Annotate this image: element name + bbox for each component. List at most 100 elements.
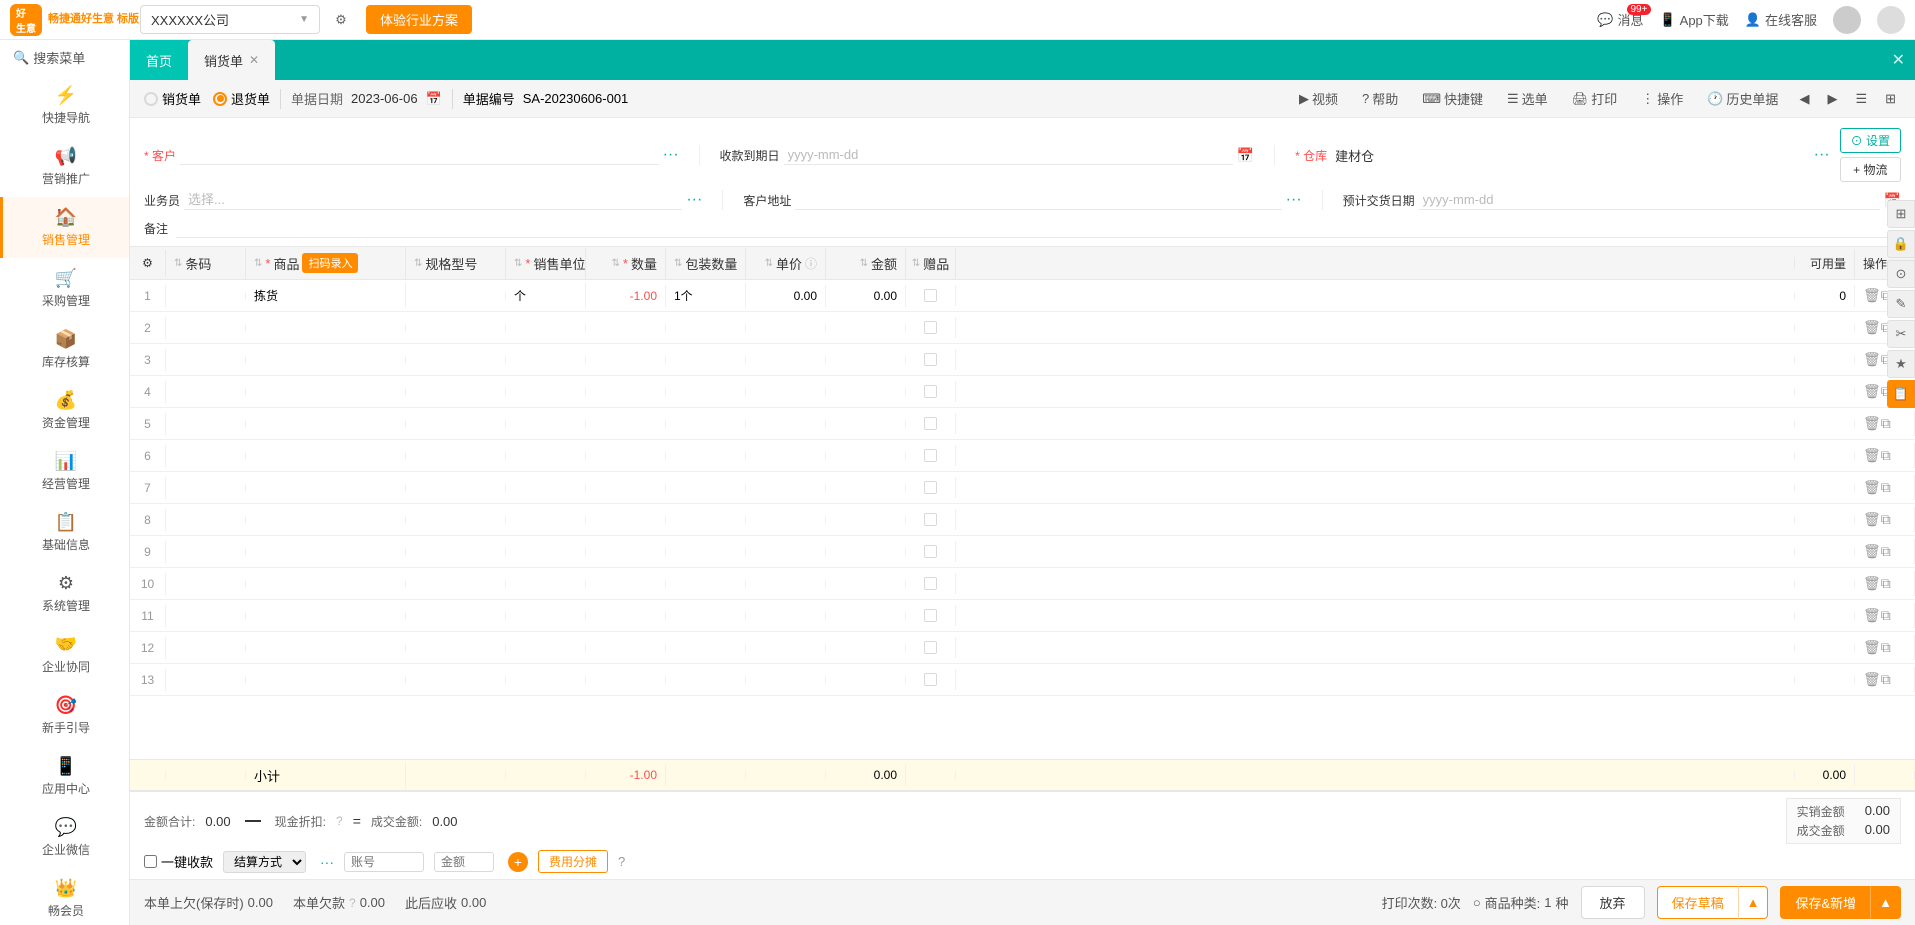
salesperson-input[interactable] xyxy=(184,190,682,210)
price-info-icon[interactable]: ⓘ xyxy=(805,255,817,272)
delete-icon[interactable]: 🗑 xyxy=(1863,607,1881,624)
salesperson-dots-button[interactable]: ··· xyxy=(686,192,702,208)
due-date-input[interactable] xyxy=(784,145,1233,165)
online-service-button[interactable]: 👤 在线客服 xyxy=(1745,10,1817,29)
trial-button[interactable]: 体验行业方案 xyxy=(366,5,472,34)
float-btn-7[interactable]: 📋 xyxy=(1887,380,1915,408)
float-btn-1[interactable]: ⊞ xyxy=(1887,200,1915,228)
scan-button[interactable]: 扫码录入 xyxy=(302,253,358,273)
td-product-1[interactable]: 拣货 xyxy=(246,283,406,308)
prev-button[interactable]: ◀ xyxy=(1794,88,1814,110)
customer-input[interactable] xyxy=(180,145,659,165)
tab-close-icon[interactable]: ✕ xyxy=(249,53,259,67)
td-spec-1[interactable] xyxy=(406,292,506,300)
draft-arrow-button[interactable]: ▲ xyxy=(1738,886,1769,919)
copy-icon[interactable]: ⧉ xyxy=(1881,511,1891,528)
app-download-button[interactable]: 📱 App下载 xyxy=(1659,10,1728,29)
video-button[interactable]: ▶ 视频 xyxy=(1291,86,1346,111)
radio-sales[interactable]: 销货单 xyxy=(144,89,201,108)
fee-help-icon[interactable]: ? xyxy=(618,854,625,869)
sidebar-item-marketing[interactable]: 📢 营销推广 xyxy=(0,136,129,197)
delete-icon-1[interactable]: 🗑 xyxy=(1863,287,1881,304)
td-amount-1[interactable]: 0.00 xyxy=(826,285,906,307)
save-new-arrow-button[interactable]: ▲ xyxy=(1870,886,1901,919)
delete-icon[interactable]: 🗑 xyxy=(1863,447,1881,464)
note-input[interactable] xyxy=(176,218,1901,238)
float-btn-2[interactable]: 🔒 xyxy=(1887,230,1915,258)
sidebar-item-operations[interactable]: 📊 经营管理 xyxy=(0,441,129,502)
sidebar-item-quick-nav[interactable]: ⚡ 快捷导航 xyxy=(0,75,129,136)
tab-close-all-button[interactable]: ✕ xyxy=(1892,50,1905,70)
total-due-info-icon[interactable]: ? xyxy=(349,896,356,910)
payment-checkbox[interactable]: 一键收款 xyxy=(144,852,213,871)
copy-icon[interactable]: ⧉ xyxy=(1881,479,1891,496)
product-type-item[interactable]: ○ 商品种类: 1 种 xyxy=(1473,893,1569,912)
delete-icon[interactable]: 🗑 xyxy=(1863,415,1881,432)
save-draft-button[interactable]: 保存草稿 xyxy=(1657,886,1738,919)
address-dots-button[interactable]: ··· xyxy=(1286,192,1302,208)
tab-sales-order[interactable]: 销货单 ✕ xyxy=(188,40,275,80)
sidebar-item-finance[interactable]: 💰 资金管理 xyxy=(0,380,129,441)
gift-checkbox-1[interactable] xyxy=(924,289,937,302)
messages-button[interactable]: 💬 消息 99+ xyxy=(1597,10,1643,29)
calc-method-select[interactable]: 结算方式 xyxy=(223,851,306,873)
delete-icon[interactable]: 🗑 xyxy=(1863,543,1881,560)
expected-date-input[interactable] xyxy=(1419,190,1880,210)
copy-icon[interactable]: ⧉ xyxy=(1881,575,1891,592)
history-button[interactable]: 🕐 历史单据 xyxy=(1699,86,1786,111)
td-price-1[interactable]: 0.00 xyxy=(746,285,826,307)
avatar-secondary[interactable] xyxy=(1877,6,1905,34)
discard-button[interactable]: 放弃 xyxy=(1581,886,1645,919)
amount-input[interactable] xyxy=(434,852,494,872)
copy-icon[interactable]: ⧉ xyxy=(1881,447,1891,464)
float-btn-3[interactable]: ⊙ xyxy=(1887,260,1915,288)
warehouse-dots-button[interactable]: ··· xyxy=(1814,147,1830,163)
global-settings-button[interactable]: ⚙ xyxy=(326,5,356,35)
float-btn-5[interactable]: ✂ xyxy=(1887,320,1915,348)
sidebar-item-purchase[interactable]: 🛒 采购管理 xyxy=(0,258,129,319)
float-btn-4[interactable]: ✎ xyxy=(1887,290,1915,318)
calc-method-dots[interactable]: ··· xyxy=(320,855,334,869)
delete-icon[interactable]: 🗑 xyxy=(1863,319,1881,336)
td-qty-1[interactable]: -1.00 xyxy=(586,285,666,307)
layout1-button[interactable]: ☰ xyxy=(1850,88,1872,110)
company-selector[interactable]: XXXXXX公司 ▼ xyxy=(140,5,320,34)
fee-split-button[interactable]: 费用分摊 xyxy=(538,850,608,873)
due-date-calendar-icon[interactable]: 📅 xyxy=(1237,147,1254,164)
float-btn-6[interactable]: ★ xyxy=(1887,350,1915,378)
help-button[interactable]: ? 帮助 xyxy=(1354,86,1406,111)
copy-icon[interactable]: ⧉ xyxy=(1881,607,1891,624)
delete-icon[interactable]: 🗑 xyxy=(1863,575,1881,592)
shortcut-button[interactable]: ⌨ 快捷键 xyxy=(1414,86,1491,111)
sidebar-item-base[interactable]: 📋 基础信息 xyxy=(0,502,129,563)
sidebar-item-apps[interactable]: 📱 应用中心 xyxy=(0,746,129,807)
customer-address-input[interactable] xyxy=(795,190,1281,210)
td-gift-1[interactable] xyxy=(906,285,956,306)
add-payment-button[interactable]: + xyxy=(508,852,528,872)
avatar[interactable] xyxy=(1833,6,1861,34)
sidebar-item-guide[interactable]: 🎯 新手引导 xyxy=(0,685,129,746)
td-unit-1[interactable]: 个 xyxy=(506,283,586,308)
operations-button[interactable]: ⋮ 操作 xyxy=(1633,86,1691,111)
td-barcode-1[interactable] xyxy=(166,292,246,300)
delete-icon[interactable]: 🗑 xyxy=(1863,639,1881,656)
sidebar-search[interactable]: 🔍 搜索菜单 xyxy=(0,40,129,75)
delete-icon[interactable]: 🗑 xyxy=(1863,479,1881,496)
copy-icon[interactable]: ⧉ xyxy=(1881,543,1891,560)
delete-icon[interactable]: 🗑 xyxy=(1863,351,1881,368)
radio-return[interactable]: 退货单 xyxy=(213,89,270,108)
payment-check-input[interactable] xyxy=(144,855,157,868)
logistics-button[interactable]: + 物流 xyxy=(1840,157,1901,182)
settings-config-button[interactable]: ⊙ 设置 xyxy=(1840,128,1901,153)
delete-icon[interactable]: 🗑 xyxy=(1863,671,1881,688)
discount-info-icon[interactable]: ? xyxy=(336,814,343,828)
select-order-button[interactable]: ☰ 选单 xyxy=(1499,86,1556,111)
account-input[interactable] xyxy=(344,852,424,872)
delete-icon[interactable]: 🗑 xyxy=(1863,511,1881,528)
date-calendar-icon[interactable]: 📅 xyxy=(426,91,442,107)
sidebar-item-sales[interactable]: 🏠 销售管理 xyxy=(0,197,129,258)
delete-icon[interactable]: 🗑 xyxy=(1863,383,1881,400)
td-pkg-1[interactable]: 1个 xyxy=(666,283,746,308)
layout2-button[interactable]: ⊞ xyxy=(1880,88,1901,110)
th-settings[interactable]: ⚙ xyxy=(130,250,166,276)
